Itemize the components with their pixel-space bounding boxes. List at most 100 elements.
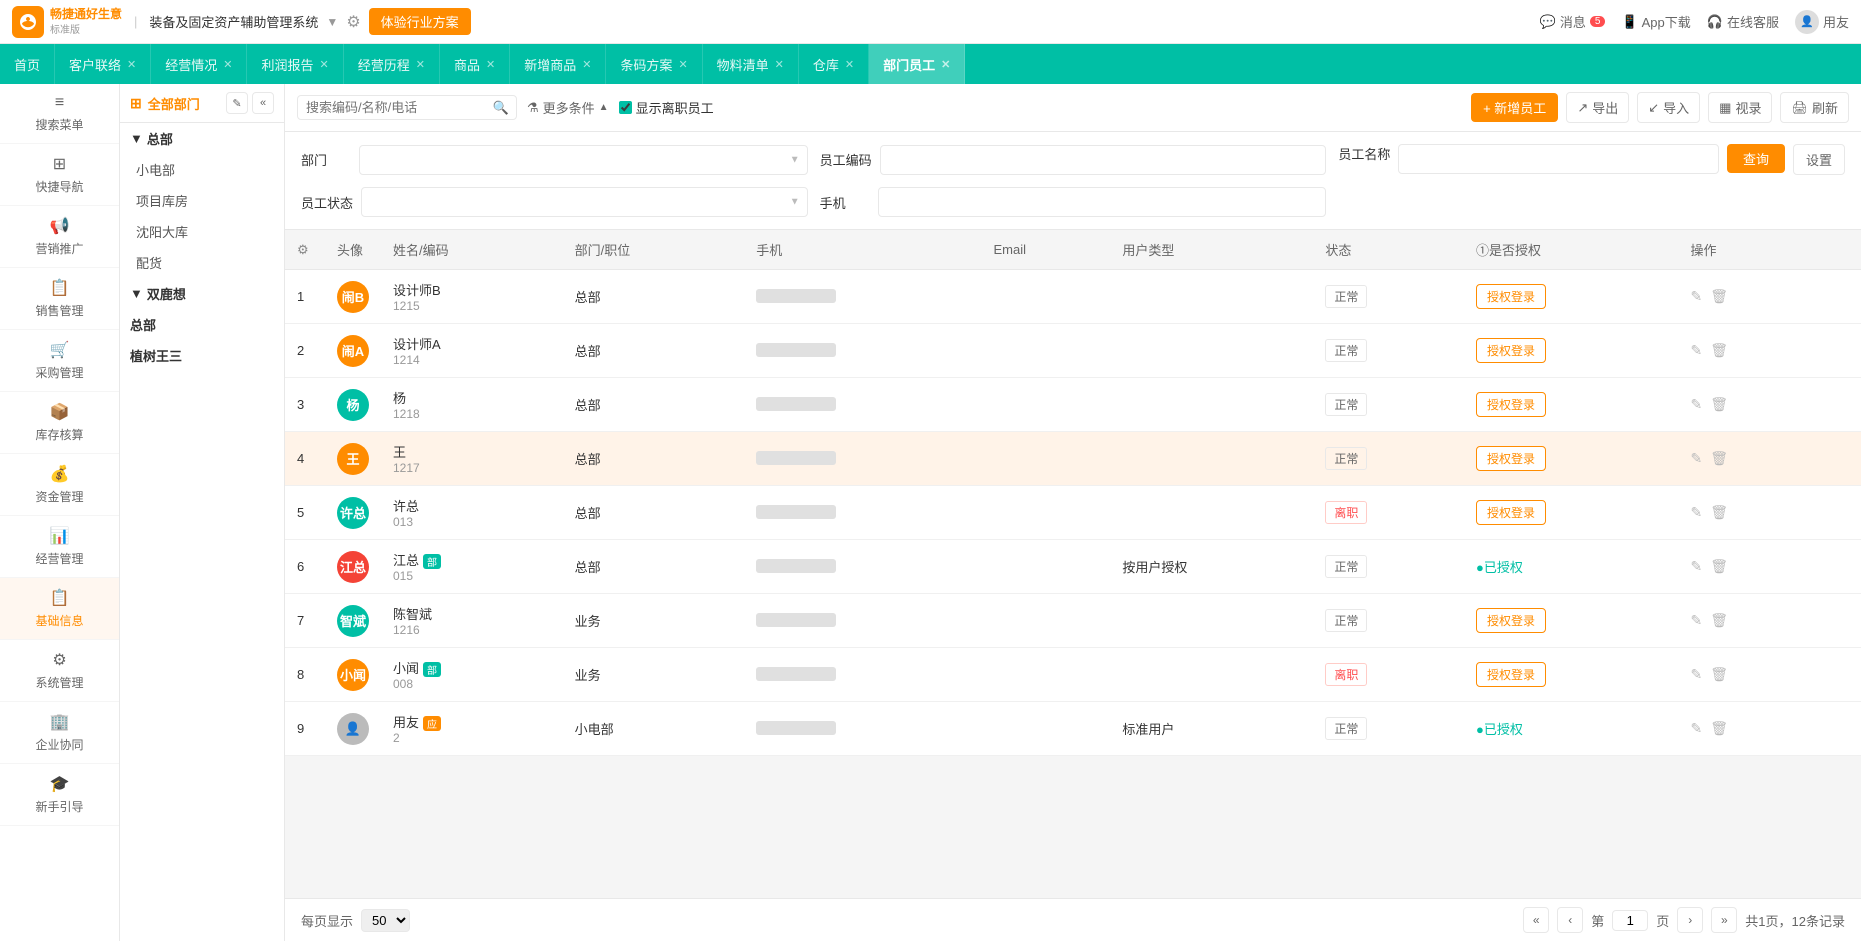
auth-btn[interactable]: 授权登录 xyxy=(1476,284,1546,309)
trial-btn[interactable]: 体验行业方案 xyxy=(369,8,471,35)
show-resigned-checkbox[interactable] xyxy=(619,101,632,114)
auth-btn[interactable]: 授权登录 xyxy=(1476,338,1546,363)
nav-tab-4[interactable]: 经营历程✕ xyxy=(344,44,440,84)
dept-item-4[interactable]: 配货 xyxy=(120,247,284,278)
edit-icon[interactable]: ✎ xyxy=(1690,504,1702,521)
edit-icon[interactable]: ✎ xyxy=(1690,396,1702,413)
dept-item-7[interactable]: 植树王三 xyxy=(120,340,284,371)
sidebar-item-quick-nav[interactable]: ⊞ 快捷导航 xyxy=(0,144,119,206)
nav-tab-10[interactable]: 部门员工✕ xyxy=(869,44,965,84)
add-employee-btn[interactable]: + 新增员工 xyxy=(1471,93,1558,122)
nav-tab-close-icon[interactable]: ✕ xyxy=(775,58,784,71)
edit-icon[interactable]: ✎ xyxy=(1690,612,1702,629)
sidebar-item-finance[interactable]: 💰 资金管理 xyxy=(0,454,119,516)
nav-tab-3[interactable]: 利润报告✕ xyxy=(247,44,343,84)
nav-tab-7[interactable]: 条码方案✕ xyxy=(606,44,702,84)
dept-item-3[interactable]: 沈阳大库 xyxy=(120,216,284,247)
notification-btn[interactable]: 💬 消息 5 xyxy=(1540,12,1606,31)
emp-code-input[interactable] xyxy=(880,145,1327,175)
nav-tab-1[interactable]: 客户联络✕ xyxy=(55,44,151,84)
auth-btn[interactable]: 授权登录 xyxy=(1476,608,1546,633)
emp-status-select[interactable] xyxy=(361,187,808,217)
sidebar-item-operation[interactable]: 📊 经营管理 xyxy=(0,516,119,578)
sidebar-item-marketing[interactable]: 📢 营销推广 xyxy=(0,206,119,268)
auth-btn[interactable]: 授权登录 xyxy=(1476,662,1546,687)
sidebar-item-search-menu[interactable]: ≡ 搜索菜单 xyxy=(0,84,119,144)
nav-tab-close-icon[interactable]: ✕ xyxy=(845,58,854,71)
nav-tab-close-icon[interactable]: ✕ xyxy=(678,58,687,71)
online-service-btn[interactable]: 🎧 在线客服 xyxy=(1707,12,1779,31)
user-avatar[interactable]: 👤 用友 xyxy=(1795,10,1849,34)
sidebar-item-inventory[interactable]: 📦 库存核算 xyxy=(0,392,119,454)
more-conditions-btn[interactable]: ⚗ 更多条件 ▲ xyxy=(527,98,609,117)
nav-tab-6[interactable]: 新增商品✕ xyxy=(510,44,606,84)
dept-item-6[interactable]: 总部 xyxy=(120,309,284,340)
col-settings-icon[interactable]: ⚙ xyxy=(297,242,309,257)
delete-icon[interactable]: 🗑 xyxy=(1710,612,1728,629)
nav-tab-close-icon[interactable]: ✕ xyxy=(486,58,495,71)
phone-input[interactable] xyxy=(878,187,1327,217)
edit-icon[interactable]: ✎ xyxy=(1690,342,1702,359)
delete-icon[interactable]: 🗑 xyxy=(1710,720,1728,737)
last-page-btn[interactable]: » xyxy=(1711,907,1737,933)
edit-icon[interactable]: ✎ xyxy=(1690,450,1702,467)
dept-select[interactable] xyxy=(359,145,808,175)
nav-tab-close-icon[interactable]: ✕ xyxy=(127,58,136,71)
edit-icon[interactable]: ✎ xyxy=(1690,666,1702,683)
employee-search-input[interactable] xyxy=(297,95,517,120)
edit-icon[interactable]: ✎ xyxy=(1690,720,1702,737)
prev-page-btn[interactable]: ‹ xyxy=(1557,907,1583,933)
system-title-dropdown-icon[interactable]: ▼ xyxy=(326,15,338,29)
sidebar-item-purchase[interactable]: 🛒 采购管理 xyxy=(0,330,119,392)
sidebar-item-basic[interactable]: 📋 基础信息 xyxy=(0,578,119,640)
sort-dept-btn[interactable]: 部门/职位 xyxy=(575,240,733,259)
page-size-select[interactable]: 50 xyxy=(361,909,410,932)
sort-phone-btn[interactable]: 手机 xyxy=(756,240,969,259)
nav-tab-close-icon[interactable]: ✕ xyxy=(582,58,591,71)
view-btn[interactable]: ▦ 视录 xyxy=(1708,92,1772,123)
auth-btn[interactable]: 授权登录 xyxy=(1476,446,1546,471)
auth-btn[interactable]: 授权登录 xyxy=(1476,392,1546,417)
query-btn[interactable]: 查询 xyxy=(1727,144,1785,173)
import-btn[interactable]: ↙ 导入 xyxy=(1637,92,1700,123)
dept-item-0[interactable]: ▼ 总部 xyxy=(120,123,284,154)
nav-tab-close-icon[interactable]: ✕ xyxy=(320,58,329,71)
auth-btn[interactable]: 授权登录 xyxy=(1476,500,1546,525)
print-btn[interactable]: 🖨 刷新 xyxy=(1780,92,1849,123)
nav-tab-5[interactable]: 商品✕ xyxy=(440,44,510,84)
set-btn[interactable]: 设置 xyxy=(1793,144,1845,175)
delete-icon[interactable]: 🗑 xyxy=(1710,450,1728,467)
sidebar-item-guide[interactable]: 🎓 新手引导 xyxy=(0,764,119,826)
delete-icon[interactable]: 🗑 xyxy=(1710,558,1728,575)
sidebar-item-corp[interactable]: 🏢 企业协同 xyxy=(0,702,119,764)
settings-icon[interactable]: ⚙ xyxy=(346,12,360,32)
next-page-btn[interactable]: › xyxy=(1677,907,1703,933)
delete-icon[interactable]: 🗑 xyxy=(1710,342,1728,359)
nav-tab-8[interactable]: 物料清单✕ xyxy=(703,44,799,84)
dept-edit-btn[interactable]: ✎ xyxy=(226,92,248,114)
delete-icon[interactable]: 🗑 xyxy=(1710,666,1728,683)
nav-tab-close-icon[interactable]: ✕ xyxy=(223,58,232,71)
app-download-btn[interactable]: 📱 App下载 xyxy=(1621,12,1690,31)
export-btn[interactable]: ↗ 导出 xyxy=(1566,92,1629,123)
delete-icon[interactable]: 🗑 xyxy=(1710,288,1728,305)
nav-tab-0[interactable]: 首页 xyxy=(0,44,55,84)
nav-tab-close-icon[interactable]: ✕ xyxy=(416,58,425,71)
nav-tab-close-icon[interactable]: ✕ xyxy=(941,58,950,71)
delete-icon[interactable]: 🗑 xyxy=(1710,504,1728,521)
edit-icon[interactable]: ✎ xyxy=(1690,288,1702,305)
dept-item-2[interactable]: 项目库房 xyxy=(120,185,284,216)
nav-tab-9[interactable]: 仓库✕ xyxy=(799,44,869,84)
dept-collapse-btn[interactable]: « xyxy=(252,92,274,114)
first-page-btn[interactable]: « xyxy=(1523,907,1549,933)
nav-tab-2[interactable]: 经营情况✕ xyxy=(151,44,247,84)
page-input[interactable] xyxy=(1612,910,1648,931)
dept-item-1[interactable]: 小电部 xyxy=(120,154,284,185)
emp-name-input[interactable] xyxy=(1398,144,1719,174)
dept-item-5[interactable]: ▼ 双鹿想 xyxy=(120,278,284,309)
edit-icon[interactable]: ✎ xyxy=(1690,558,1702,575)
sidebar-item-sales[interactable]: 📋 销售管理 xyxy=(0,268,119,330)
delete-icon[interactable]: 🗑 xyxy=(1710,396,1728,413)
sidebar-item-system[interactable]: ⚙ 系统管理 xyxy=(0,640,119,702)
sort-name-btn[interactable]: 姓名/编码 xyxy=(393,240,551,259)
